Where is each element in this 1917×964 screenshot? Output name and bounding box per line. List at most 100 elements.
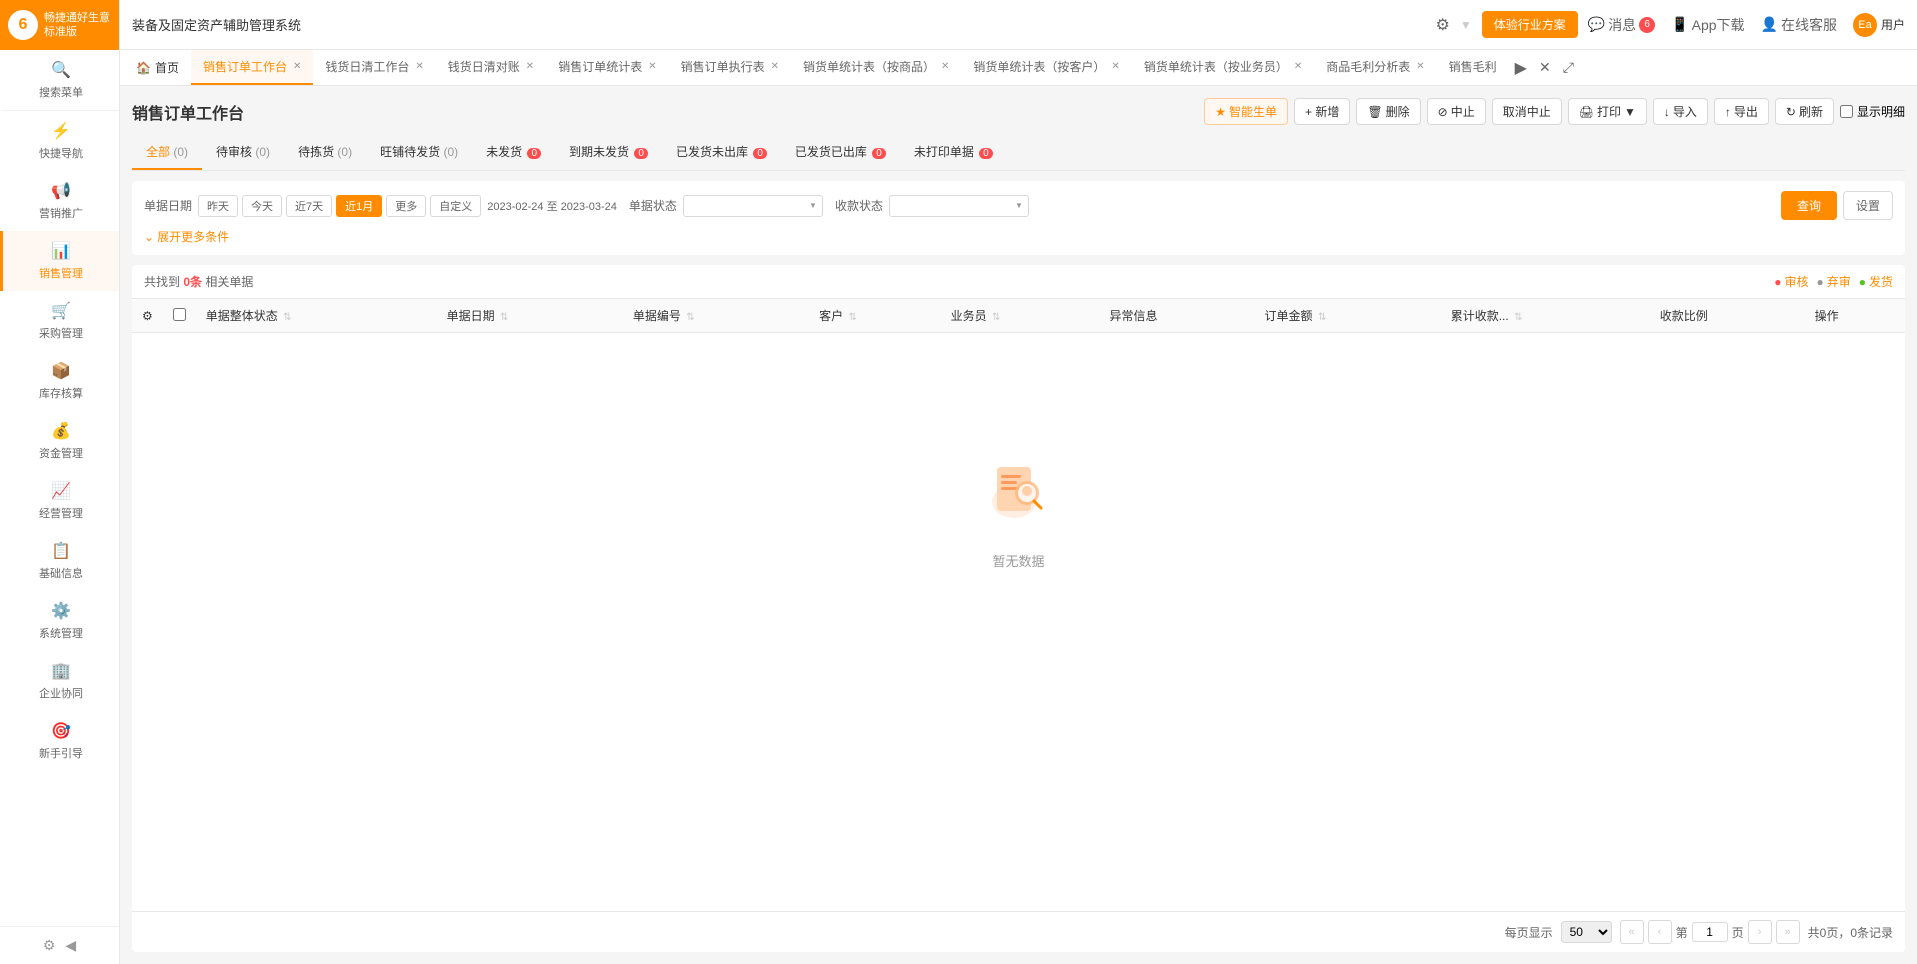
review-action[interactable]: ● 审核 xyxy=(1774,273,1808,290)
tab-close-sales-product[interactable]: ✕ xyxy=(941,61,949,72)
sub-tab-all[interactable]: 全部 (0) xyxy=(132,135,202,170)
sidebar-item-enterprise[interactable]: 🏢 企业协同 xyxy=(0,651,119,711)
col-status[interactable]: 单据整体状态 ⇅ xyxy=(196,299,437,333)
sidebar-item-operations[interactable]: 📈 经营管理 xyxy=(0,471,119,531)
sidebar-item-marketing[interactable]: 📢 营销推广 xyxy=(0,171,119,231)
next-page-button[interactable]: › xyxy=(1748,920,1772,944)
cancel-stop-button[interactable]: 取消中止 xyxy=(1492,98,1562,125)
tab-close-cash-clear[interactable]: ✕ xyxy=(415,61,423,72)
tab-close-sales-customer[interactable]: ✕ xyxy=(1111,61,1119,72)
sidebar-item-inventory[interactable]: 📦 库存核算 xyxy=(0,351,119,411)
toolbar-right-actions: ● 审核 ● 弃审 ● 发货 xyxy=(1774,273,1893,290)
sidebar-item-label: 系统管理 xyxy=(39,625,83,641)
tab-sales-staff[interactable]: 销货单统计表（按业务员） ✕ xyxy=(1132,50,1314,85)
sidebar-item-guide[interactable]: 🎯 新手引导 xyxy=(0,711,119,771)
tab-sales-order[interactable]: 销售订单工作台 ✕ xyxy=(191,50,313,85)
sidebar-item-basic-info[interactable]: 📋 基础信息 xyxy=(0,531,119,591)
header-gear-icon[interactable]: ⚙ xyxy=(1436,15,1450,35)
sub-tab-wangpu[interactable]: 旺铺待发货 (0) xyxy=(366,135,472,170)
tab-close-sales-staff[interactable]: ✕ xyxy=(1294,61,1302,72)
tab-sales-customer[interactable]: 销货单统计表（按客户） ✕ xyxy=(961,50,1131,85)
message-area[interactable]: 💬 消息 6 xyxy=(1588,15,1655,35)
sub-tab-pending-pick[interactable]: 待拣货 (0) xyxy=(284,135,366,170)
col-collected[interactable]: 累计收款... ⇅ xyxy=(1441,299,1650,333)
col-date[interactable]: 单据日期 ⇅ xyxy=(437,299,623,333)
settings-bottom-icon[interactable]: ⚙ xyxy=(43,937,56,954)
sidebar-item-quick-nav[interactable]: ⚡ 快捷导航 xyxy=(0,111,119,171)
detail-checkbox-input[interactable] xyxy=(1840,105,1853,118)
tab-close-margin-analysis[interactable]: ✕ xyxy=(1416,61,1424,72)
prev-page-button[interactable]: ‹ xyxy=(1648,920,1672,944)
tab-nav-forward[interactable]: ▶ xyxy=(1509,58,1533,78)
sub-tab-not-printed[interactable]: 未打印单据 0 xyxy=(900,135,1007,170)
print-button[interactable]: 🖨 打印 ▼ xyxy=(1568,98,1647,125)
sidebar-item-sales[interactable]: 📊 销售管理 xyxy=(0,231,119,291)
col-amount[interactable]: 订单金额 ⇅ xyxy=(1254,299,1440,333)
col-customer[interactable]: 客户 ⇅ xyxy=(809,299,941,333)
add-button[interactable]: + 新增 xyxy=(1294,98,1350,125)
cancel-review-action[interactable]: ● 弃审 xyxy=(1816,273,1850,290)
app-download-area[interactable]: 📱 App下载 xyxy=(1671,15,1744,35)
per-page-select[interactable]: 50 100 200 xyxy=(1561,921,1612,943)
tab-sales-stat[interactable]: 销售订单统计表 ✕ xyxy=(546,50,668,85)
import-button[interactable]: ↓ 导入 xyxy=(1653,98,1708,125)
query-button[interactable]: 查询 xyxy=(1781,191,1837,220)
filter-status: 单据状态 xyxy=(629,195,823,217)
import-icon: ↓ xyxy=(1664,105,1670,119)
refresh-button[interactable]: ↻ 刷新 xyxy=(1775,98,1834,125)
sidebar-item-label: 采购管理 xyxy=(39,325,83,341)
tab-sales-gross[interactable]: 销售毛利 xyxy=(1437,50,1509,85)
col-settings[interactable]: ⚙ xyxy=(132,299,163,333)
user-area[interactable]: Ea 用户 xyxy=(1853,13,1905,37)
current-page-input[interactable] xyxy=(1692,922,1728,942)
service-icon: 👤 xyxy=(1761,16,1778,33)
delete-button[interactable]: 🗑 删除 xyxy=(1356,98,1420,125)
tab-maximize[interactable]: ⤢ xyxy=(1557,59,1580,76)
tab-cash-clear[interactable]: 钱货日清工作台 ✕ xyxy=(313,50,435,85)
last-page-button[interactable]: » xyxy=(1776,920,1800,944)
expand-button[interactable]: ⌄ 展开更多条件 xyxy=(144,228,1893,245)
sidebar-item-system[interactable]: ⚙️ 系统管理 xyxy=(0,591,119,651)
online-service-area[interactable]: 👤 在线客服 xyxy=(1761,15,1837,35)
tab-close-cash-reconcile[interactable]: ✕ xyxy=(526,61,534,72)
tab-sales-product[interactable]: 销货单统计表（按商品） ✕ xyxy=(791,50,961,85)
tab-cash-reconcile[interactable]: 钱货日清对账 ✕ xyxy=(436,50,546,85)
sub-tab-shipped-out[interactable]: 已发货已出库 0 xyxy=(781,135,900,170)
show-detail-checkbox[interactable]: 显示明细 xyxy=(1840,103,1905,120)
sidebar-item-purchase[interactable]: 🛒 采购管理 xyxy=(0,291,119,351)
collapse-icon[interactable]: ◀ xyxy=(65,937,76,954)
sub-tab-not-shipped[interactable]: 未发货 0 xyxy=(472,135,555,170)
set-button[interactable]: 设置 xyxy=(1843,191,1893,220)
sidebar-item-search[interactable]: 🔍 搜索菜单 xyxy=(0,50,119,111)
select-all-checkbox[interactable] xyxy=(173,308,186,321)
page-header: 销售订单工作台 ★ 智能生单 + 新增 🗑 删除 ⊘ 中止 取消 xyxy=(132,98,1905,125)
tab-home[interactable]: 🏠 首页 xyxy=(124,51,191,84)
tab-sales-exec[interactable]: 销售订单执行表 ✕ xyxy=(669,50,791,85)
industry-solution-button[interactable]: 体验行业方案 xyxy=(1482,11,1578,38)
stop-button[interactable]: ⊘ 中止 xyxy=(1427,98,1486,125)
tab-close-sales-exec[interactable]: ✕ xyxy=(771,61,779,72)
table-scroll[interactable]: ⚙ 单据整体状态 ⇅ 单据日期 ⇅ xyxy=(132,299,1905,911)
sub-tab-shipped-not-out[interactable]: 已发货未出库 0 xyxy=(662,135,781,170)
sidebar-item-finance[interactable]: 💰 资金管理 xyxy=(0,411,119,471)
first-page-button[interactable]: « xyxy=(1620,920,1644,944)
date-btn-custom[interactable]: 自定义 xyxy=(430,195,481,217)
export-button[interactable]: ↑ 导出 xyxy=(1714,98,1769,125)
sub-tab-pending-review[interactable]: 待审核 (0) xyxy=(202,135,284,170)
col-staff[interactable]: 业务员 ⇅ xyxy=(941,299,1100,333)
date-btn-more[interactable]: 更多 xyxy=(386,195,426,217)
tab-close-sales-order[interactable]: ✕ xyxy=(293,61,301,72)
ship-action[interactable]: ● 发货 xyxy=(1859,273,1893,290)
date-btn-7days[interactable]: 近7天 xyxy=(286,195,332,217)
tab-close-all[interactable]: ✕ xyxy=(1533,59,1557,76)
sub-tab-overdue[interactable]: 到期未发货 0 xyxy=(555,135,662,170)
tab-margin-analysis[interactable]: 商品毛利分析表 ✕ xyxy=(1314,50,1436,85)
tab-close-sales-stat[interactable]: ✕ xyxy=(648,61,656,72)
date-btn-1month[interactable]: 近1月 xyxy=(336,195,382,217)
status-select[interactable] xyxy=(683,195,823,217)
col-number[interactable]: 单据编号 ⇅ xyxy=(623,299,809,333)
payment-select[interactable] xyxy=(889,195,1029,217)
date-btn-yesterday[interactable]: 昨天 xyxy=(198,195,238,217)
date-btn-today[interactable]: 今天 xyxy=(242,195,282,217)
smart-create-button[interactable]: ★ 智能生单 xyxy=(1204,98,1288,125)
